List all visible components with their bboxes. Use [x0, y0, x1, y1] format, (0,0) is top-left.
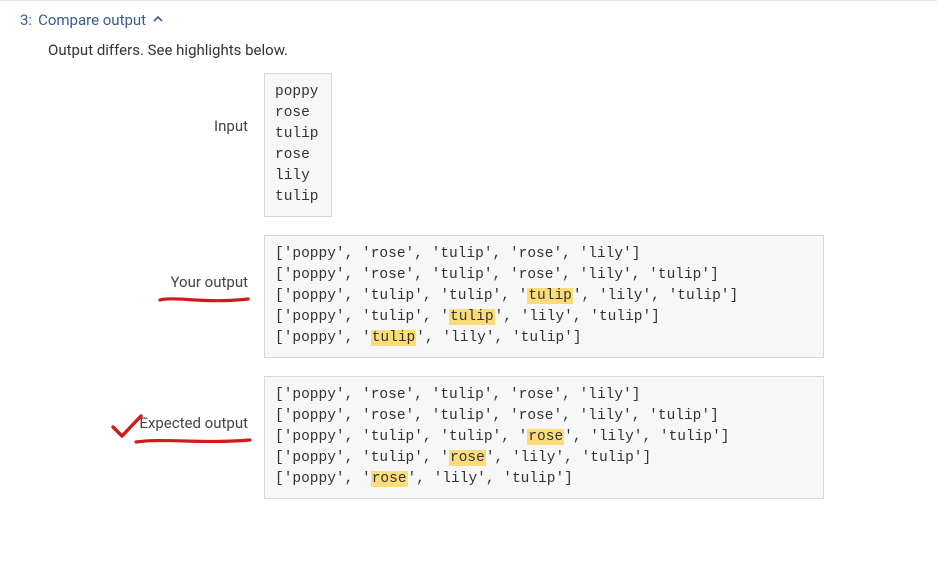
compare-output-header[interactable]: 3: Compare output — [0, 0, 937, 35]
input-box: poppy rose tulip rose lily tulip — [264, 73, 332, 217]
your-output-label: Your output — [48, 235, 248, 291]
your-output-box: ['poppy', 'rose', 'tulip', 'rose', 'lily… — [264, 235, 824, 358]
diff-highlight: rose — [527, 429, 564, 445]
diff-message: Output differs. See highlights below. — [0, 35, 937, 73]
input-label: Input — [48, 73, 248, 135]
diff-highlight: tulip — [527, 288, 573, 304]
expected-output-box: ['poppy', 'rose', 'tulip', 'rose', 'lily… — [264, 376, 824, 499]
diff-highlight: rose — [449, 450, 486, 466]
chevron-up-icon — [152, 13, 164, 27]
diff-highlight: rose — [371, 471, 408, 487]
step-number: 3: — [20, 11, 32, 29]
diff-highlight: tulip — [449, 309, 495, 325]
expected-output-label: Expected output — [48, 376, 248, 432]
diff-highlight: tulip — [371, 330, 417, 346]
step-title: Compare output — [38, 11, 146, 29]
